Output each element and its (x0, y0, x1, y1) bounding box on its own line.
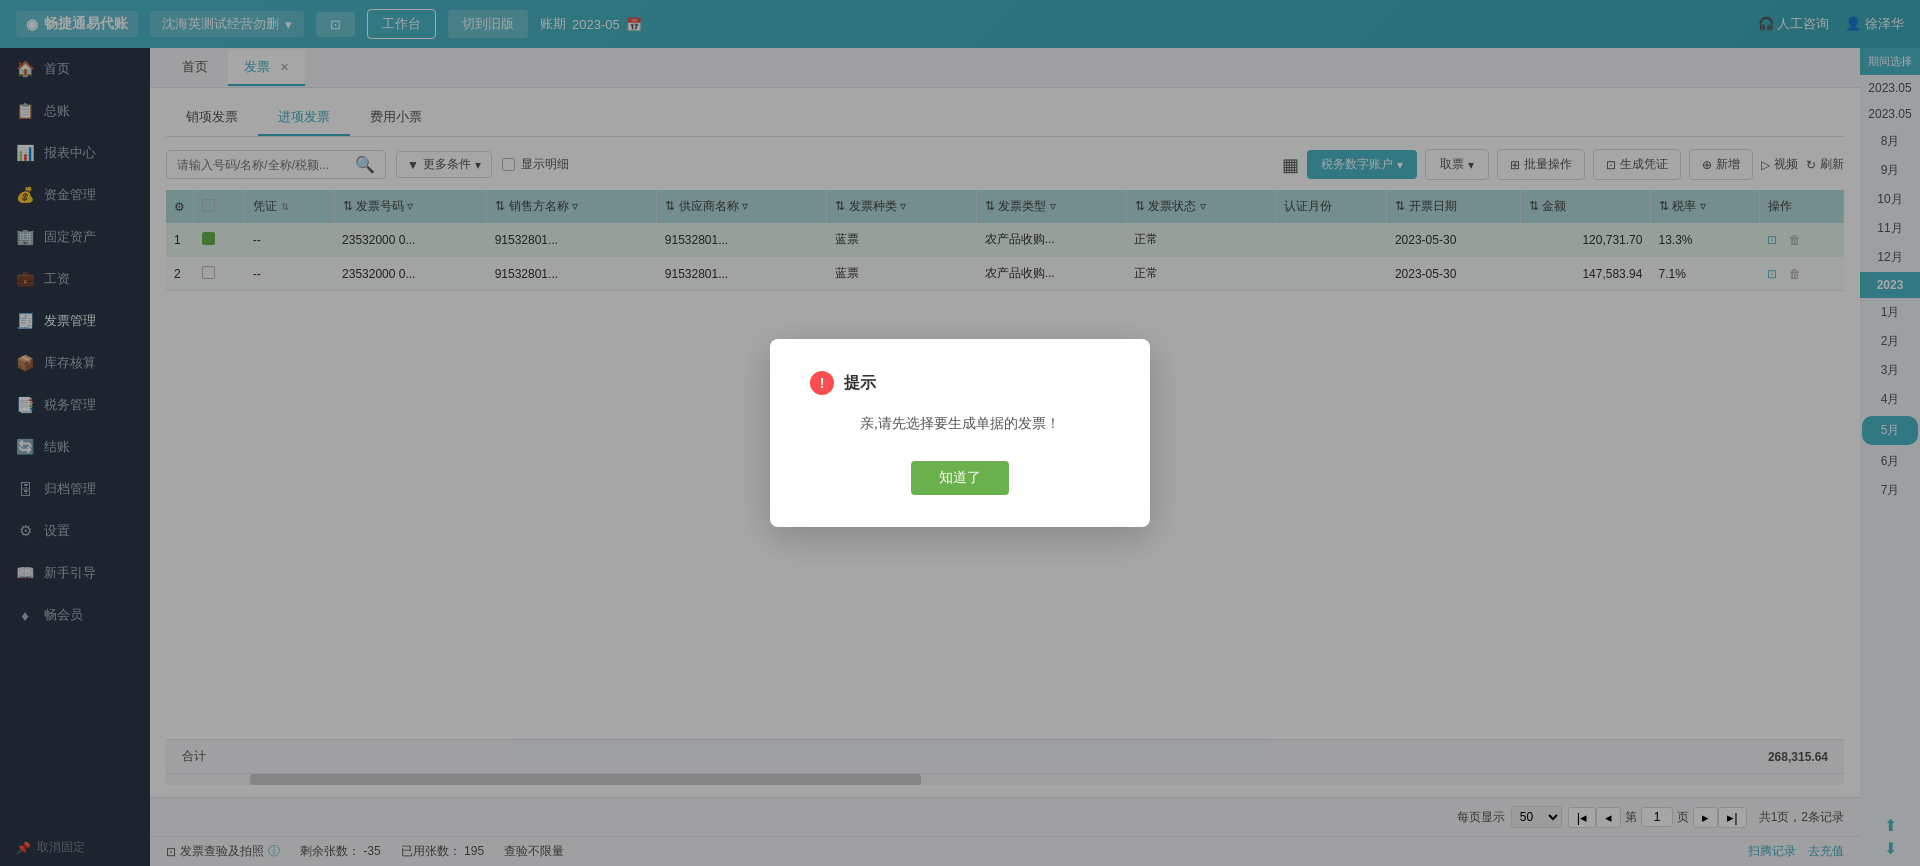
confirm-button[interactable]: 知道了 (911, 461, 1009, 495)
modal-message: 亲,请先选择要生成单据的发票！ (810, 415, 1110, 433)
modal-overlay: ! 提示 亲,请先选择要生成单据的发票！ 知道了 (0, 0, 1920, 866)
modal-title: ! 提示 (810, 371, 1110, 395)
modal-footer: 知道了 (810, 461, 1110, 495)
warning-icon: ! (810, 371, 834, 395)
modal-dialog: ! 提示 亲,请先选择要生成单据的发票！ 知道了 (770, 339, 1150, 527)
